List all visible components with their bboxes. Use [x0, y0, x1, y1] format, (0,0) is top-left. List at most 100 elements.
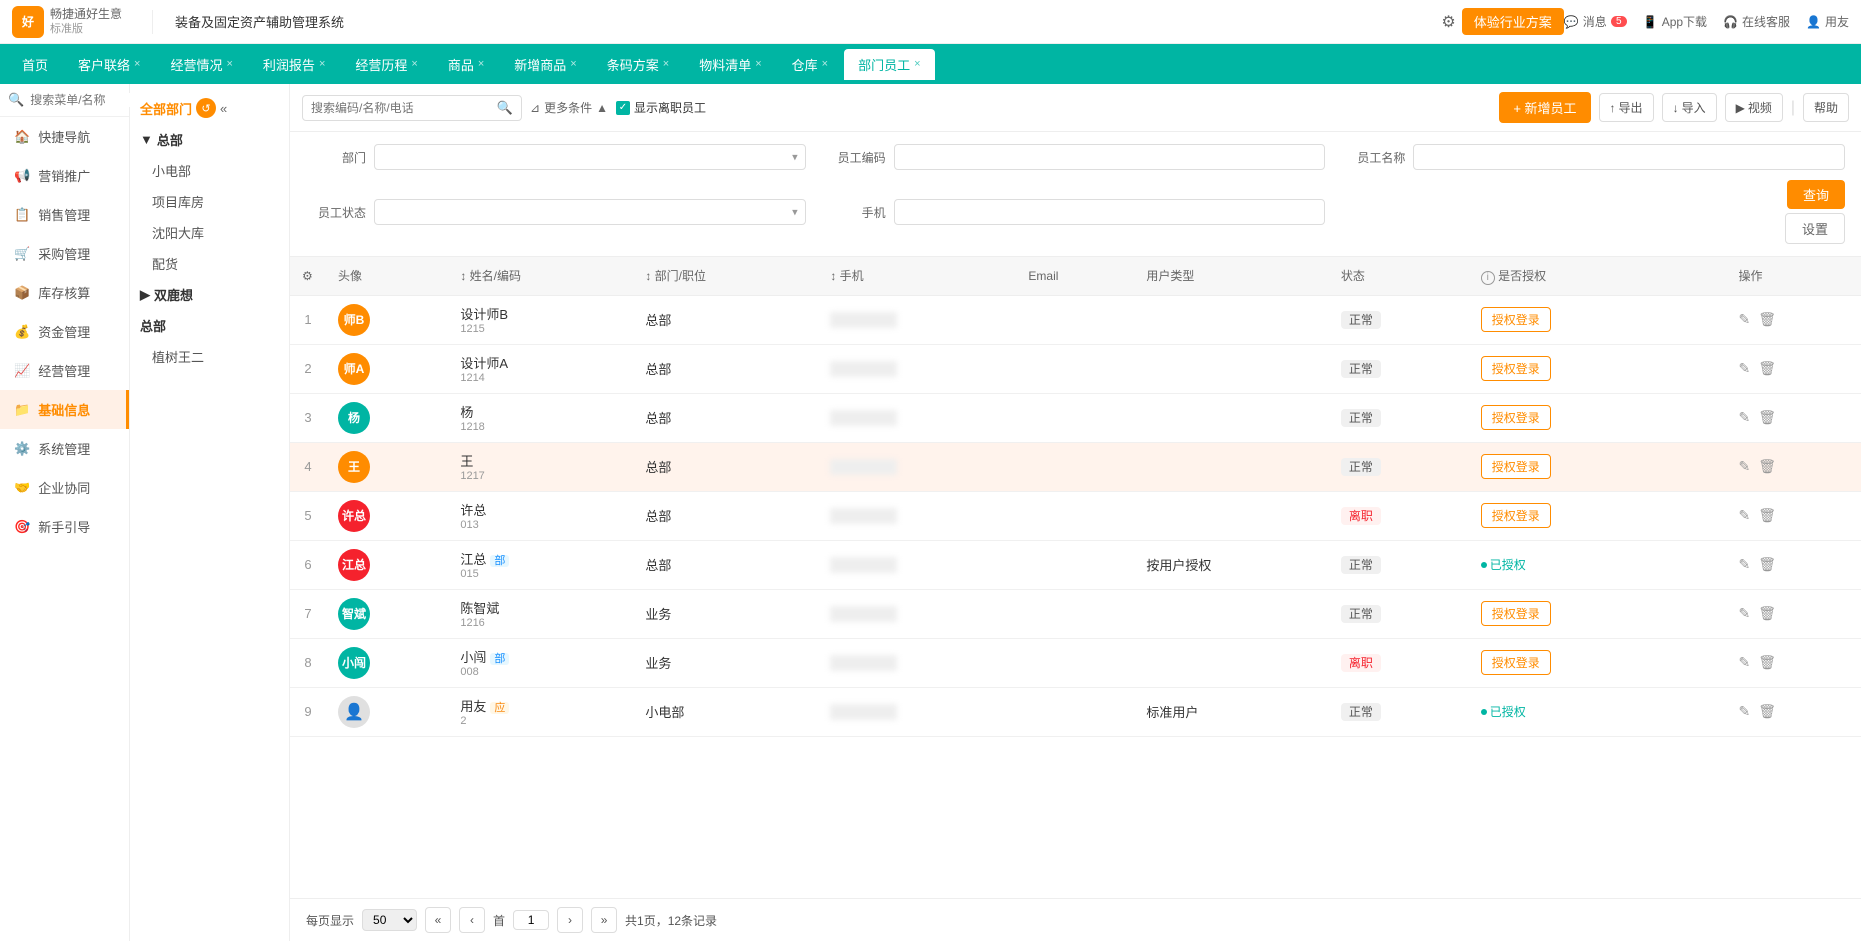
close-icon[interactable]: ×	[478, 58, 484, 70]
edit-icon[interactable]: ✎	[1739, 311, 1751, 328]
first-page-button[interactable]: «	[425, 907, 451, 933]
user-menu-button[interactable]: 👤 用友	[1806, 13, 1849, 30]
sidebar-item-inventory[interactable]: 📦 库存核算	[0, 273, 129, 312]
phone-input[interactable]	[894, 199, 1326, 225]
dept-refresh-button[interactable]: ↺	[196, 98, 216, 118]
close-icon[interactable]: ×	[755, 58, 761, 70]
sort-icon[interactable]: ↕	[830, 269, 836, 283]
auth-button[interactable]: 授权登录	[1481, 503, 1551, 528]
gear-icon[interactable]: ⚙	[1435, 12, 1461, 32]
auth-button[interactable]: 授权登录	[1481, 405, 1551, 430]
auth-button[interactable]: 授权登录	[1481, 307, 1551, 332]
tab-bom[interactable]: 物料清单×	[685, 49, 775, 80]
tab-profit[interactable]: 利润报告×	[249, 49, 339, 80]
edit-icon[interactable]: ✎	[1739, 556, 1751, 573]
sidebar-item-sales[interactable]: 📋 销售管理	[0, 195, 129, 234]
online-service-button[interactable]: 🎧 在线客服	[1723, 13, 1790, 30]
close-icon[interactable]: ×	[663, 58, 669, 70]
emp-name-input[interactable]	[1413, 144, 1845, 170]
help-button[interactable]: 帮助	[1803, 93, 1849, 122]
auth-button[interactable]: 授权登录	[1481, 454, 1551, 479]
per-page-select[interactable]: 50 20 100	[362, 909, 417, 931]
edit-icon[interactable]: ✎	[1739, 360, 1751, 377]
auth-button[interactable]: 授权登录	[1481, 650, 1551, 675]
close-icon[interactable]: ×	[570, 58, 576, 70]
dept-tree-item-shenyang[interactable]: 沈阳大库	[130, 217, 289, 248]
close-icon[interactable]: ×	[134, 58, 140, 70]
message-button[interactable]: 💬 消息 5	[1564, 13, 1627, 30]
next-page-button[interactable]: ›	[557, 907, 583, 933]
sidebar-item-guide[interactable]: 🎯 新手引导	[0, 507, 129, 546]
edit-icon[interactable]: ✎	[1739, 409, 1751, 426]
delete-icon[interactable]: 🗑	[1758, 507, 1776, 524]
edit-icon[interactable]: ✎	[1739, 507, 1751, 524]
info-icon[interactable]: i	[1481, 271, 1495, 285]
dept-tree-item-zongbu2[interactable]: 总部	[130, 310, 289, 341]
dept-tree-item-zhishu[interactable]: 植树王二	[130, 341, 289, 372]
delete-icon[interactable]: 🗑	[1758, 605, 1776, 622]
trial-button[interactable]: 体验行业方案	[1462, 8, 1564, 35]
sidebar-item-cooperation[interactable]: 🤝 企业协同	[0, 468, 129, 507]
dept-tree-item-xianmu[interactable]: 项目库房	[130, 186, 289, 217]
delete-icon[interactable]: 🗑	[1758, 311, 1776, 328]
tab-history[interactable]: 经营历程×	[341, 49, 431, 80]
auth-button[interactable]: 授权登录	[1481, 356, 1551, 381]
tab-employees[interactable]: 部门员工×	[844, 49, 934, 80]
sort-icon[interactable]: ↕	[460, 269, 466, 283]
tab-new-goods[interactable]: 新增商品×	[500, 49, 590, 80]
auth-button[interactable]: 授权登录	[1481, 601, 1551, 626]
close-icon[interactable]: ×	[822, 58, 828, 70]
dept-tree-item-shuanglu[interactable]: ▶ 双鹿想	[130, 279, 289, 310]
edit-icon[interactable]: ✎	[1739, 605, 1751, 622]
dept-tree-item-xiaodian[interactable]: 小电部	[130, 155, 289, 186]
status-select[interactable]	[374, 199, 806, 225]
dept-tree-item-peihuo[interactable]: 配货	[130, 248, 289, 279]
reset-button[interactable]: 设置	[1785, 213, 1845, 244]
edit-icon[interactable]: ✎	[1739, 654, 1751, 671]
close-icon[interactable]: ×	[914, 58, 920, 70]
emp-code-input[interactable]	[894, 144, 1326, 170]
sidebar-item-operation[interactable]: 📈 经营管理	[0, 351, 129, 390]
prev-page-button[interactable]: ‹	[459, 907, 485, 933]
last-page-button[interactable]: »	[591, 907, 617, 933]
tab-goods[interactable]: 商品×	[434, 49, 498, 80]
dept-tree-item-zongbu[interactable]: ▼ 总部	[130, 124, 289, 155]
query-button[interactable]: 查询	[1787, 180, 1845, 209]
tab-business[interactable]: 经营情况×	[156, 49, 246, 80]
export-button[interactable]: ↑ 导出	[1599, 93, 1654, 122]
sidebar-item-purchase[interactable]: 🛒 采购管理	[0, 234, 129, 273]
delete-icon[interactable]: 🗑	[1758, 458, 1776, 475]
sidebar-item-marketing[interactable]: 📢 营销推广	[0, 156, 129, 195]
close-icon[interactable]: ×	[319, 58, 325, 70]
more-conditions-button[interactable]: ⊿ 更多条件 ▲	[530, 99, 608, 116]
show-resigned-toggle[interactable]: ✓ 显示离职员工	[616, 99, 706, 116]
tab-customer[interactable]: 客户联络×	[64, 49, 154, 80]
app-download-button[interactable]: 📱 App下载	[1643, 13, 1707, 30]
dept-collapse-button[interactable]: «	[220, 101, 227, 116]
tab-warehouse[interactable]: 仓库×	[778, 49, 842, 80]
sort-icon[interactable]: ↕	[645, 269, 651, 283]
import-button[interactable]: ↓ 导入	[1662, 93, 1717, 122]
close-icon[interactable]: ×	[226, 58, 232, 70]
dept-select[interactable]	[374, 144, 806, 170]
sidebar-item-finance[interactable]: 💰 资金管理	[0, 312, 129, 351]
sidebar-item-system[interactable]: ⚙️ 系统管理	[0, 429, 129, 468]
search-input[interactable]	[311, 101, 493, 115]
all-dept-label[interactable]: 全部部门	[140, 99, 192, 118]
th-settings[interactable]: ⚙	[290, 257, 326, 295]
sidebar-item-quick-nav[interactable]: 🏠 快捷导航	[0, 117, 129, 156]
delete-icon[interactable]: 🗑	[1758, 360, 1776, 377]
view-button[interactable]: ▶ 视频	[1725, 93, 1783, 122]
edit-icon[interactable]: ✎	[1739, 458, 1751, 475]
sidebar-item-basic[interactable]: 📁 基础信息	[0, 390, 129, 429]
delete-icon[interactable]: 🗑	[1758, 556, 1776, 573]
page-number-input[interactable]	[513, 910, 549, 930]
delete-icon[interactable]: 🗑	[1758, 654, 1776, 671]
delete-icon[interactable]: 🗑	[1758, 703, 1776, 720]
close-icon[interactable]: ×	[411, 58, 417, 70]
delete-icon[interactable]: 🗑	[1758, 409, 1776, 426]
tab-home[interactable]: 首页	[8, 49, 62, 80]
tab-barcode[interactable]: 条码方案×	[593, 49, 683, 80]
search-icon[interactable]: 🔍	[497, 100, 513, 116]
edit-icon[interactable]: ✎	[1739, 703, 1751, 720]
